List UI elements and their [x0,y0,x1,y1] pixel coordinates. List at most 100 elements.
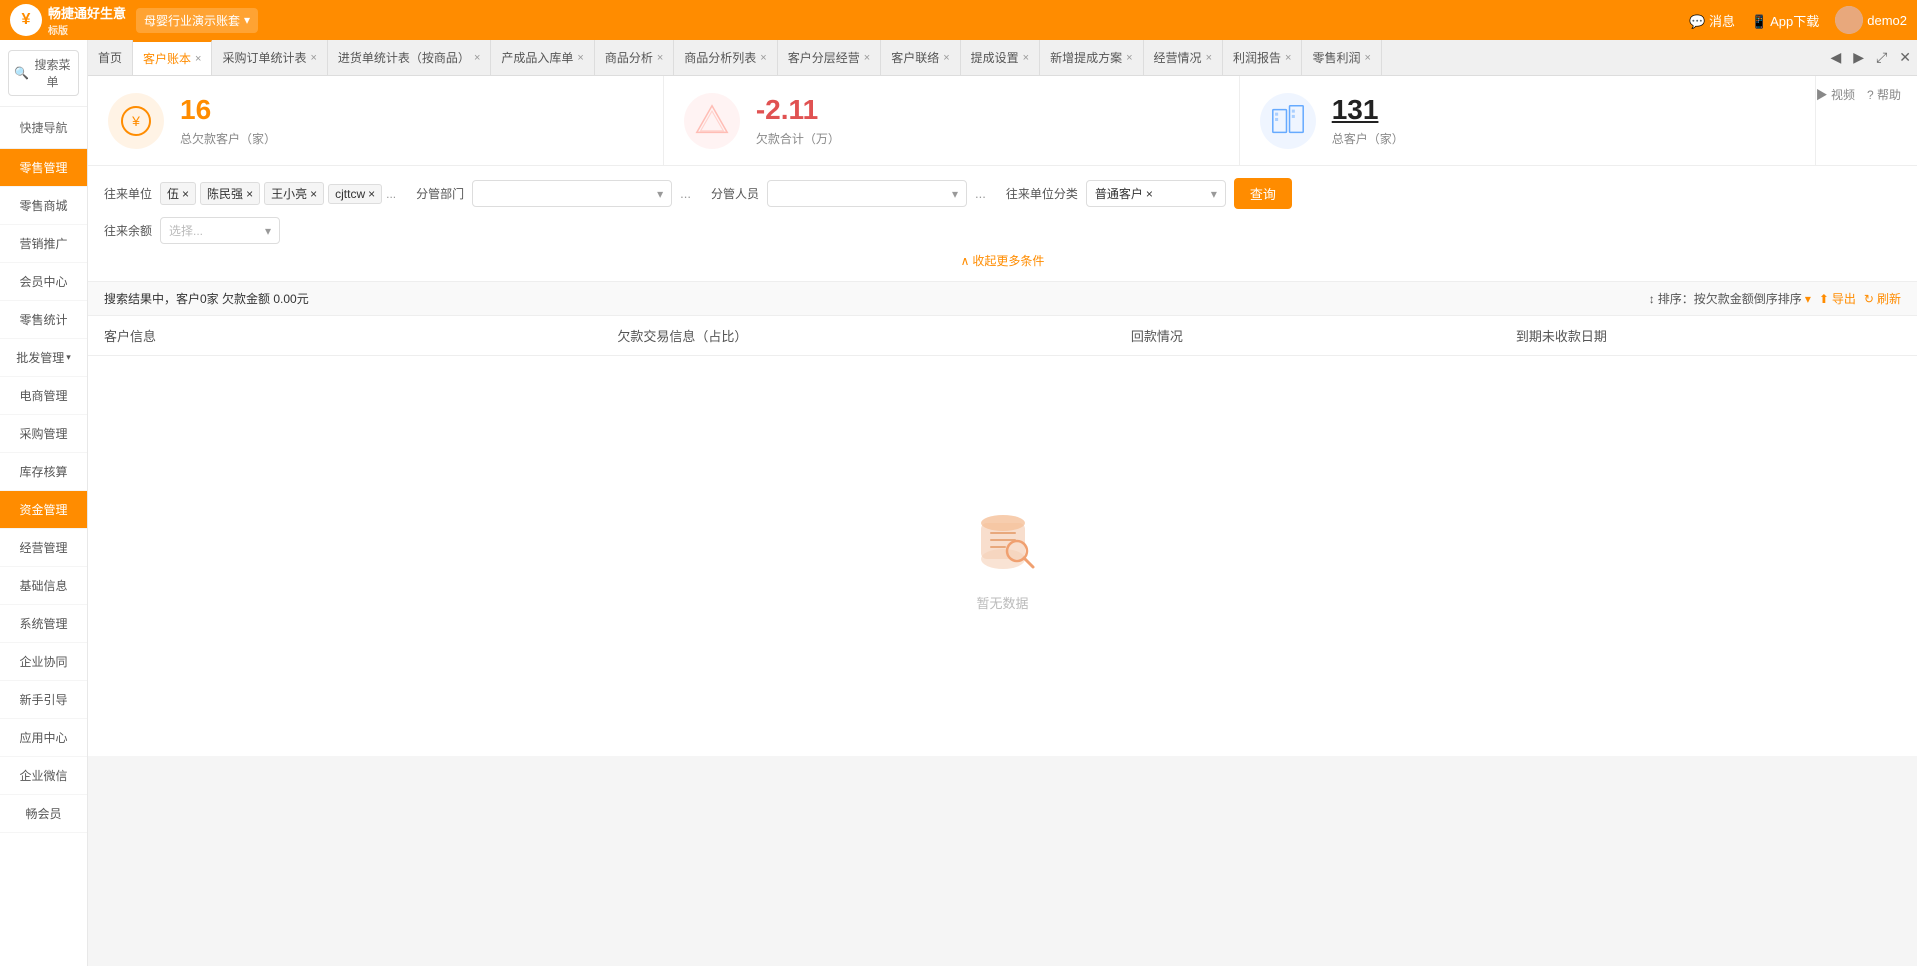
tab-profit-report[interactable]: 利润报告 × [1223,40,1302,76]
tab-goods-analysis[interactable]: 商品分析 × [595,40,674,76]
sidebar-item-system-mgmt[interactable]: 系统管理 [0,605,87,643]
search-menu-label: 搜索菜单 [32,56,73,90]
export-button[interactable]: ⬆ 导出 [1819,290,1856,307]
avatar [1835,6,1863,34]
sidebar-item-label: 会员中心 [19,275,67,289]
person-filter-select[interactable]: ▾ [767,180,967,207]
user-avatar-area[interactable]: demo2 [1835,6,1907,34]
sidebar-item-label: 电商管理 [19,389,67,403]
tab-promote-settings[interactable]: 提成设置 × [961,40,1040,76]
tab-product-inbound[interactable]: 产成品入库单 × [491,40,594,76]
tab-goods-analysis-list[interactable]: 商品分析列表 × [674,40,777,76]
sidebar-item-purchase[interactable]: 采购管理 [0,415,87,453]
balance-placeholder: 选择... [169,222,203,239]
tab-close-icon[interactable]: × [310,52,316,64]
sidebar-item-inventory[interactable]: 库存核算 [0,453,87,491]
sidebar-item-basic-info[interactable]: 基础信息 [0,567,87,605]
sidebar-item-capital-mgmt[interactable]: 资金管理 [0,491,87,529]
sidebar-item-label: 营销推广 [19,237,67,251]
sidebar-item-app-center[interactable]: 应用中心 [0,719,87,757]
refresh-button[interactable]: ↻ 刷新 [1864,290,1901,307]
sidebar-item-member-center[interactable]: 会员中心 [0,263,87,301]
tab-close-icon[interactable]: × [1023,52,1029,64]
category-tag-close[interactable]: × [1146,187,1153,201]
account-selector[interactable]: 母婴行业演示账套 ▾ [136,8,258,33]
search-menu-button[interactable]: 🔍 搜索菜单 [8,50,79,96]
stat-text-customers: 16 总欠款客户（家） [180,94,276,147]
tag-close-wu[interactable]: × [182,187,189,201]
person-dots[interactable]: ... [975,186,986,201]
tab-close-all-button[interactable]: ✕ [1893,45,1917,70]
unit-tag-wu: 伍 × [160,182,196,205]
sidebar-item-label: 企业协同 [19,655,67,669]
tab-close-icon[interactable]: × [1206,52,1212,64]
tag-close-cjttcw[interactable]: × [368,187,375,201]
tab-bar: 首页 客户账本 × 采购订单统计表 × 进货单统计表（按商品） × 产成品入库单… [88,40,1917,76]
sidebar-item-member[interactable]: 畅会员 [0,795,87,833]
sidebar-item-retail-stats[interactable]: 零售统计 [0,301,87,339]
export-label: 导出 [1832,290,1856,307]
sidebar-item-ecommerce[interactable]: 电商管理 [0,377,87,415]
sidebar-item-marketing[interactable]: 营销推广 [0,225,87,263]
search-icon: 🔍 [14,66,29,80]
sidebar-item-label: 基础信息 [19,579,67,593]
stat-icon-customers: ¥ [108,93,164,149]
sidebar-item-enterprise-wechat[interactable]: 企业微信 [0,757,87,795]
tab-close-icon[interactable]: × [864,52,870,64]
balance-filter-select[interactable]: 选择... ▾ [160,217,280,244]
dept-filter-select[interactable]: ▾ [472,180,672,207]
message-link[interactable]: 💬 消息 [1689,11,1735,30]
query-button[interactable]: 查询 [1234,178,1292,209]
tab-customer-accounts[interactable]: 客户账本 × [133,40,212,76]
sidebar-item-retail-mgmt[interactable]: 零售管理 [0,149,87,187]
tag-close-wang[interactable]: × [310,187,317,201]
sidebar-search-area: 🔍 搜索菜单 [0,40,87,107]
stat-text-total-cust: 131 总客户（家） [1332,94,1404,147]
dept-dots[interactable]: ... [680,186,691,201]
tab-close-icon[interactable]: × [1126,52,1132,64]
tab-close-icon[interactable]: × [577,52,583,64]
unit-more-btn[interactable]: ... [386,187,396,201]
tab-close-icon[interactable]: × [760,52,766,64]
tag-close-chen[interactable]: × [246,187,253,201]
tab-close-icon[interactable]: × [474,52,480,64]
sidebar-item-enterprise-coop[interactable]: 企业协同 [0,643,87,681]
tab-goods-stats[interactable]: 进货单统计表（按商品） × [328,40,491,76]
tab-prev-button[interactable]: ◀ [1825,45,1848,70]
stat-overdue-total: -2.11 欠款合计（万） [664,76,1240,165]
overdue-customers-label: 总欠款客户（家） [180,130,276,147]
tab-customer-contact[interactable]: 客户联络 × [881,40,960,76]
tab-customer-tier[interactable]: 客户分层经营 × [778,40,881,76]
tab-retail-profit[interactable]: 零售利润 × [1302,40,1381,76]
username: demo2 [1867,13,1907,28]
stats-bar: ¥ 16 总欠款客户（家） [88,76,1917,166]
tab-close-icon[interactable]: × [1364,52,1370,64]
tab-new-promote[interactable]: 新增提成方案 × [1040,40,1143,76]
sidebar-item-label: 系统管理 [19,617,67,631]
app-download-link[interactable]: 📱 App下载 [1751,11,1819,30]
help-link[interactable]: ? 帮助 [1867,86,1901,103]
tab-next-button[interactable]: ▶ [1847,45,1870,70]
tab-label: 客户账本 [143,50,191,67]
category-filter-select[interactable]: 普通客户 × ▾ [1086,180,1226,207]
tab-operation-status[interactable]: 经营情况 × [1144,40,1223,76]
video-link[interactable]: ▶ 视频 [1816,86,1855,103]
sort-button[interactable]: ↕ 排序：按欠款金额倒序排序 ▾ [1649,290,1811,307]
tab-close-icon[interactable]: × [195,53,201,65]
sidebar-item-wholesale-mgmt[interactable]: 批发管理 ▾ [0,339,87,377]
sidebar-item-operation-mgmt[interactable]: 经营管理 [0,529,87,567]
tab-expand-button[interactable]: ⤢ [1870,45,1893,70]
tab-close-icon[interactable]: × [943,52,949,64]
sidebar-item-retail-mall[interactable]: 零售商城 [0,187,87,225]
collapse-button[interactable]: ∧ 收起更多条件 [961,252,1045,269]
chevron-down-icon: ▾ [1211,187,1217,201]
tab-home[interactable]: 首页 [88,40,133,76]
tab-purchase-orders[interactable]: 采购订单统计表 × [212,40,327,76]
tab-close-icon[interactable]: × [1285,52,1291,64]
top-bar: ¥ 畅捷通好生意 标版 母婴行业演示账套 ▾ 💬 消息 📱 App下载 [0,0,1917,40]
tab-close-icon[interactable]: × [657,52,663,64]
unit-tag-chen: 陈民强 × [200,182,260,205]
unit-tag-wang: 王小亮 × [264,182,324,205]
sidebar-item-new-guide[interactable]: 新手引导 [0,681,87,719]
quick-nav-button[interactable]: 快捷导航 [8,115,79,140]
